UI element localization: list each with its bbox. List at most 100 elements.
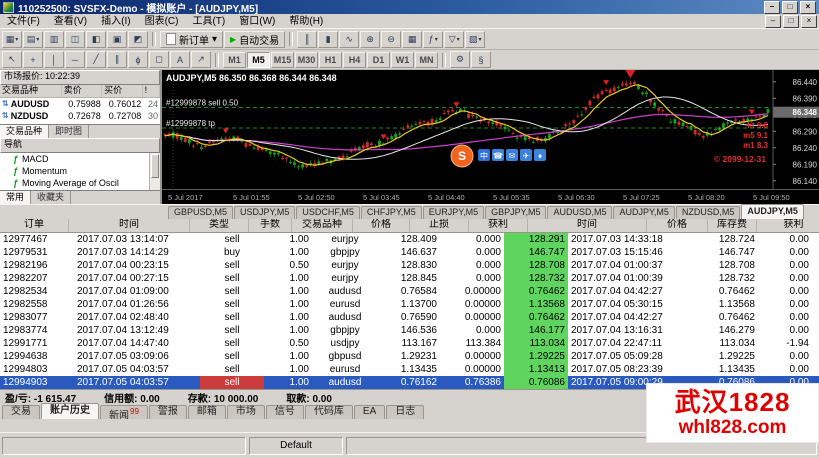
tile-windows-icon[interactable]: ▦ bbox=[402, 31, 422, 48]
candlestick-chart-icon[interactable]: ▮ bbox=[318, 31, 338, 48]
candlestick-chart[interactable]: 86.44086.39086.34086.29086.24086.19086.1… bbox=[162, 70, 819, 204]
history-row[interactable]: 129948032017.07.05 04:03:57sell1.00eurus… bbox=[0, 363, 819, 376]
terminal-tab-ea[interactable]: EA bbox=[354, 405, 385, 419]
zoom-out-icon[interactable]: ⊖ bbox=[381, 31, 401, 48]
price-chart[interactable]: 86.44086.39086.34086.29086.24086.19086.1… bbox=[162, 70, 819, 204]
terminal-tab-9[interactable]: 日志 bbox=[386, 405, 424, 419]
chart-tab-eurjpy-m5[interactable]: EURJPY,M5 bbox=[423, 206, 484, 219]
history-row[interactable]: 129822072017.07.04 00:27:15sell1.00eurjp… bbox=[0, 272, 819, 285]
timeframe-m30-button[interactable]: M30 bbox=[295, 52, 318, 68]
history-header-price[interactable]: 价格 bbox=[353, 219, 410, 232]
minimize-button[interactable]: – bbox=[764, 1, 780, 14]
chart-tab-gbpjpy-m5[interactable]: GBPJPY,M5 bbox=[485, 206, 546, 219]
terminal-tab-4[interactable]: 邮箱 bbox=[188, 405, 226, 419]
chart-tab-chfjpy-m5[interactable]: CHFJPY,M5 bbox=[361, 206, 422, 219]
chart-tab-usdchf-m5[interactable]: USDCHF,M5 bbox=[296, 206, 360, 219]
history-row[interactable]: 129774672017.07.03 13:14:07sell1.00eurjp… bbox=[0, 233, 819, 246]
chart-tab-usdjpy-m5[interactable]: USDJPY,M5 bbox=[234, 206, 295, 219]
vertical-line-icon[interactable]: │ bbox=[44, 51, 64, 68]
chart-tab-nzdusd-m5[interactable]: NZDUSD,M5 bbox=[676, 206, 741, 219]
history-header-order[interactable]: 订单 bbox=[0, 219, 69, 232]
cursor-icon[interactable]: ↖ bbox=[2, 51, 22, 68]
timeframe-h1-button[interactable]: H1 bbox=[319, 52, 342, 68]
indicators-icon[interactable]: ƒ▾ bbox=[423, 31, 443, 48]
equidistant-channel-icon[interactable]: ∥ bbox=[107, 51, 127, 68]
timeframe-h4-button[interactable]: H4 bbox=[343, 52, 366, 68]
timeframe-mn-button[interactable]: MN bbox=[415, 52, 438, 68]
shapes-icon[interactable]: ◻ bbox=[149, 51, 169, 68]
navigator-icon[interactable]: ◧ bbox=[86, 31, 106, 48]
terminal-tab-5[interactable]: 市场 bbox=[227, 405, 265, 419]
terminal-tab-3[interactable]: 警报 bbox=[149, 405, 187, 419]
autotrading-button[interactable]: ▶自动交易 bbox=[224, 31, 285, 48]
market-watch-row[interactable]: ⇅AUDUSD0.759880.7601224 bbox=[0, 98, 160, 110]
terminal-tab-7[interactable]: 代码库 bbox=[305, 405, 353, 419]
menu-item[interactable]: 图表(C) bbox=[138, 15, 186, 28]
line-chart-icon[interactable]: ∿ bbox=[339, 31, 359, 48]
profile-selector[interactable]: Default bbox=[249, 437, 343, 455]
chart-tab-audjpy-m5[interactable]: AUDJPY,M5 bbox=[741, 204, 804, 219]
history-header-profit[interactable]: 获利 bbox=[757, 219, 819, 232]
menu-item[interactable]: 文件(F) bbox=[0, 15, 47, 28]
timeframe-d1-button[interactable]: D1 bbox=[367, 52, 390, 68]
fibonacci-icon[interactable]: ϕ bbox=[128, 51, 148, 68]
history-row[interactable]: 129946382017.07.05 03:09:06sell1.00gbpus… bbox=[0, 350, 819, 363]
chart-tab-audjpy-m5[interactable]: AUDJPY,M5 bbox=[613, 206, 674, 219]
trendline-icon[interactable]: ╱ bbox=[86, 51, 106, 68]
expert-advisor-icon[interactable]: ⚙ bbox=[450, 51, 470, 68]
maximize-button[interactable]: □ bbox=[782, 1, 798, 14]
market-watch-icon[interactable]: ▥ bbox=[44, 31, 64, 48]
chart-maximize-button[interactable]: □ bbox=[783, 15, 799, 28]
terminal-tab-6[interactable]: 信号 bbox=[266, 405, 304, 419]
menu-item[interactable]: 查看(V) bbox=[47, 15, 94, 28]
timeframe-m5-button[interactable]: M5 bbox=[247, 52, 270, 68]
history-header-symbol[interactable]: 交易品种 bbox=[292, 219, 353, 232]
history-row[interactable]: 129795312017.07.03 14:14:29buy1.00gbpjpy… bbox=[0, 246, 819, 259]
history-header-close_price[interactable]: 价格 bbox=[647, 219, 708, 232]
new-chart-icon[interactable]: ▦▾ bbox=[2, 31, 22, 48]
timeframe-m15-button[interactable]: M15 bbox=[271, 52, 294, 68]
navigator-tab[interactable]: 收藏夹 bbox=[31, 191, 71, 204]
strategy-tester-icon[interactable]: ◩ bbox=[128, 31, 148, 48]
menu-item[interactable]: 工具(T) bbox=[185, 15, 232, 28]
timeframe-m1-button[interactable]: M1 bbox=[223, 52, 246, 68]
history-row[interactable]: 129917712017.07.04 14:47:40sell0.50usdjp… bbox=[0, 337, 819, 350]
history-row[interactable]: 129825342017.07.04 01:09:00sell1.00audus… bbox=[0, 285, 819, 298]
menu-item[interactable]: 插入(I) bbox=[94, 15, 137, 28]
menu-item[interactable]: 窗口(W) bbox=[232, 15, 282, 28]
market-watch-tab[interactable]: 即时图 bbox=[49, 125, 89, 138]
navigator-tab[interactable]: 常用 bbox=[0, 191, 31, 204]
history-header-swap[interactable]: 库存费 bbox=[708, 219, 757, 232]
profiles-icon[interactable]: ▤▾ bbox=[23, 31, 43, 48]
history-header-tp[interactable]: 获利 bbox=[469, 219, 528, 232]
menu-item[interactable]: 帮助(H) bbox=[282, 15, 330, 28]
crosshair-icon[interactable]: + bbox=[23, 51, 43, 68]
terminal-tab-2[interactable]: 新闻99 bbox=[100, 405, 148, 419]
periods-icon[interactable]: ▽▾ bbox=[444, 31, 464, 48]
history-header-lots[interactable]: 手数 bbox=[249, 219, 292, 232]
timeframe-w1-button[interactable]: W1 bbox=[391, 52, 414, 68]
navigator-scrollbar[interactable] bbox=[149, 153, 160, 191]
terminal-tab-0[interactable]: 交易 bbox=[2, 405, 40, 419]
scripts-icon[interactable]: § bbox=[471, 51, 491, 68]
bar-chart-icon[interactable]: ║ bbox=[297, 31, 317, 48]
terminal-tab-1[interactable]: 账户历史 bbox=[41, 403, 99, 419]
history-row[interactable]: 129825582017.07.04 01:26:56sell1.00eurus… bbox=[0, 298, 819, 311]
history-header-type[interactable]: 类型 bbox=[190, 219, 249, 232]
navigator-item[interactable]: ƒMACD bbox=[0, 153, 160, 165]
history-row[interactable]: 129837742017.07.04 13:12:49sell1.00gbpjp… bbox=[0, 324, 819, 337]
text-label-icon[interactable]: A bbox=[170, 51, 190, 68]
history-header-close_time[interactable]: 时间 bbox=[528, 219, 647, 232]
close-button[interactable]: × bbox=[800, 1, 816, 14]
navigator-item[interactable]: ƒMoving Average of Oscil bbox=[0, 177, 160, 189]
terminal-icon[interactable]: ▣ bbox=[107, 31, 127, 48]
chart-tab-gbpusd-m5[interactable]: GBPUSD,M5 bbox=[168, 206, 233, 219]
horizontal-line-icon[interactable]: ─ bbox=[65, 51, 85, 68]
market-watch-row[interactable]: ⇅NZDUSD0.726780.7270830 bbox=[0, 110, 160, 122]
templates-icon[interactable]: ▧▾ bbox=[465, 31, 485, 48]
market-watch-tab[interactable]: 交易品种 bbox=[0, 125, 49, 138]
history-header-sl[interactable]: 止损 bbox=[410, 219, 469, 232]
navigator-item[interactable]: ƒMomentum bbox=[0, 165, 160, 177]
history-header-open_time[interactable]: 时间 bbox=[69, 219, 190, 232]
chart-tab-audusd-m5[interactable]: AUDUSD,M5 bbox=[547, 206, 612, 219]
